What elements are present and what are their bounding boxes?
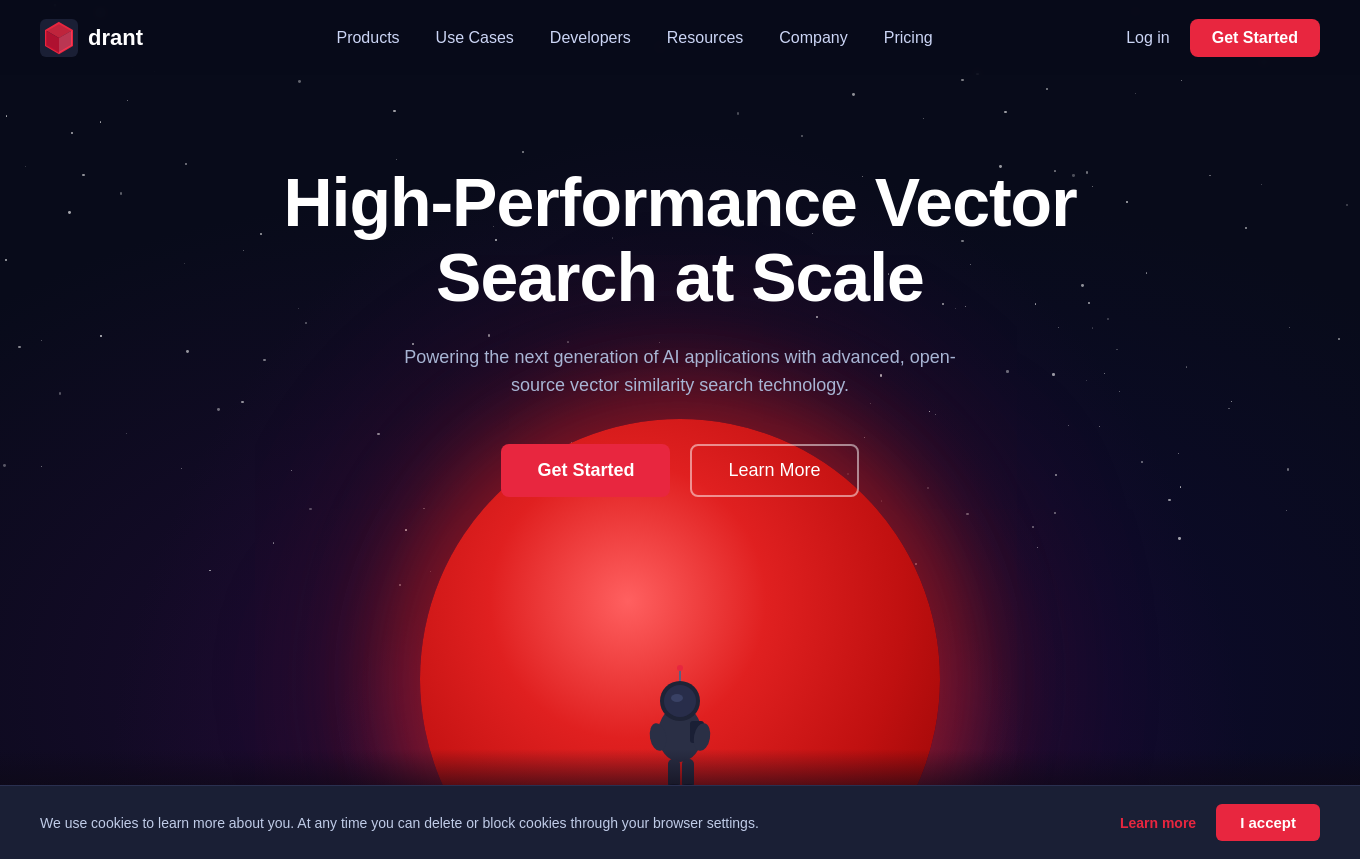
cookie-learn-more-link[interactable]: Learn more: [1120, 815, 1196, 831]
svg-point-8: [671, 694, 683, 702]
navbar: drant Products Use Cases Developers Reso…: [0, 0, 1360, 75]
cookie-actions: Learn more I accept: [1120, 804, 1320, 841]
nav-item-pricing[interactable]: Pricing: [884, 29, 933, 46]
cookie-banner: We use cookies to learn more about you. …: [0, 785, 1360, 859]
logo-link[interactable]: drant: [40, 19, 143, 57]
hero-title: High-Performance Vector Search at Scale: [280, 165, 1080, 315]
hero-buttons: Get Started Learn More: [501, 444, 858, 497]
nav-actions: Log in Get Started: [1126, 19, 1320, 57]
cookie-message: We use cookies to learn more about you. …: [40, 815, 1100, 831]
svg-point-17: [677, 665, 683, 671]
logo-icon: [40, 19, 78, 57]
hero-subtitle: Powering the next generation of AI appli…: [400, 343, 960, 401]
nav-item-resources[interactable]: Resources: [667, 29, 743, 46]
nav-item-company[interactable]: Company: [779, 29, 847, 46]
nav-links: Products Use Cases Developers Resources …: [336, 29, 932, 47]
logo-text: drant: [88, 25, 143, 51]
nav-item-developers[interactable]: Developers: [550, 29, 631, 46]
get-started-hero-button[interactable]: Get Started: [501, 444, 670, 497]
cookie-accept-button[interactable]: I accept: [1216, 804, 1320, 841]
hero-section: High-Performance Vector Search at Scale …: [0, 75, 1360, 497]
get-started-nav-button[interactable]: Get Started: [1190, 19, 1320, 57]
nav-item-use-cases[interactable]: Use Cases: [436, 29, 514, 46]
nav-item-products[interactable]: Products: [336, 29, 399, 46]
learn-more-button[interactable]: Learn More: [690, 444, 858, 497]
login-button[interactable]: Log in: [1126, 29, 1170, 47]
